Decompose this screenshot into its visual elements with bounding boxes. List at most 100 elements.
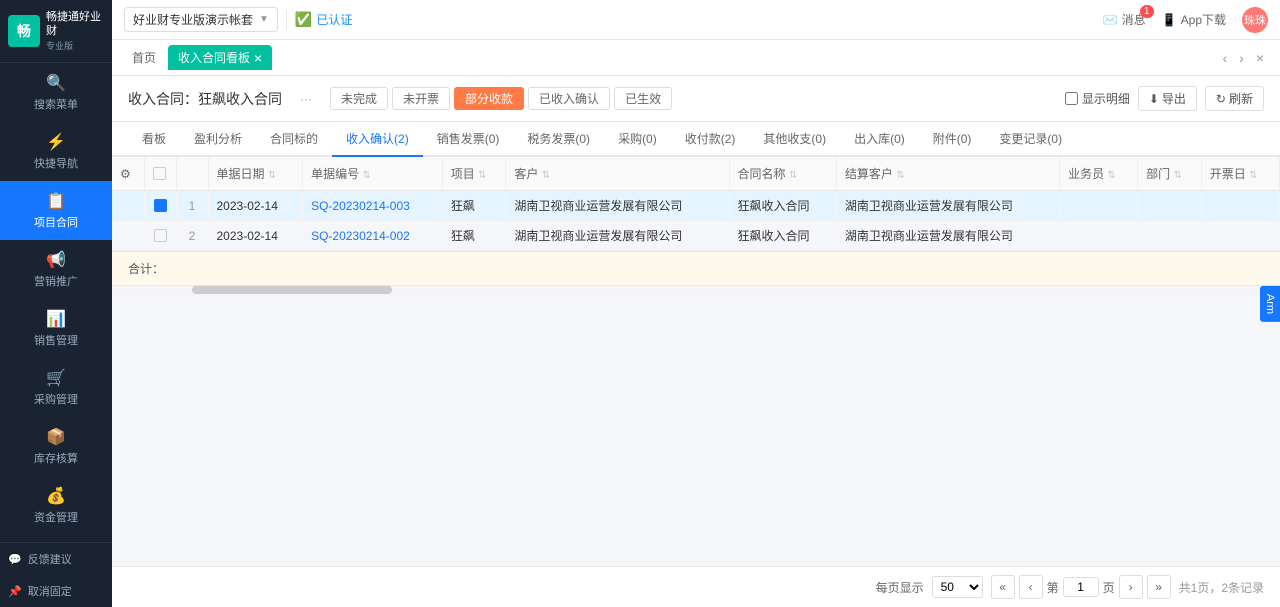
sub-tab-1[interactable]: 盈利分析	[180, 122, 256, 157]
export-button[interactable]: ⬇ 导出	[1138, 86, 1197, 111]
settle-customer-sort-icon[interactable]: ⇅	[896, 170, 904, 181]
row-code-link-1[interactable]: SQ-20230214-002	[311, 229, 410, 243]
app-download-button[interactable]: 📱 App下载	[1162, 11, 1226, 28]
col-salesperson-header: 业务员 ⇅	[1060, 157, 1138, 191]
bill-date-sort-icon[interactable]: ⇅	[1249, 170, 1257, 181]
sub-tab-11[interactable]: 变更记录(0)	[985, 122, 1076, 157]
main-area: 好业财专业版演示帐套 ▼ ✅ 已认证 ✉️ 消息 1 📱 App下载 珠珠	[112, 0, 1280, 607]
page-number-input[interactable]: 1	[1063, 577, 1099, 597]
sub-tab-2[interactable]: 合同标的	[256, 122, 332, 157]
department-sort-icon[interactable]: ⇅	[1174, 170, 1182, 181]
messages-badge: 1	[1140, 5, 1154, 18]
sidebar-item-1[interactable]: ⚡快捷导航	[0, 122, 112, 181]
status-btn-4[interactable]: 已生效	[614, 87, 672, 110]
row-bill-date-1	[1201, 221, 1279, 251]
status-btn-1[interactable]: 未开票	[392, 87, 450, 110]
table-header: ⚙ 单据日期 ⇅ 单据编号 ⇅ 项目 ⇅ 客户 ⇅ 合同名称 ⇅ 结算客户 ⇅	[112, 157, 1280, 191]
row-checkbox-0[interactable]	[144, 191, 176, 221]
sidebar-item-8[interactable]: 📒总账管理	[0, 535, 112, 542]
sub-tab-9[interactable]: 出入库(0)	[840, 122, 919, 157]
show-detail-checkbox[interactable]	[1065, 92, 1078, 105]
project-sort-icon[interactable]: ⇅	[478, 170, 486, 181]
refresh-button[interactable]: ↻ 刷新	[1205, 86, 1264, 111]
row-customer-0: 湖南卫视商业运营发展有限公司	[506, 191, 729, 221]
export-icon: ⬇	[1149, 92, 1159, 106]
tab-nav-prev-icon[interactable]: ‹	[1218, 48, 1231, 68]
code-sort-icon[interactable]: ⇅	[362, 170, 370, 181]
sidebar-item-2[interactable]: 📋项目合同	[0, 181, 112, 240]
tab-home[interactable]: 首页	[124, 45, 164, 70]
row-settle-customer-1: 湖南卫视商业运营发展有限公司	[836, 221, 1059, 251]
salesperson-sort-icon[interactable]: ⇅	[1107, 170, 1115, 181]
last-page-button[interactable]: »	[1147, 575, 1171, 599]
contract-name-sort-icon[interactable]: ⇅	[789, 170, 797, 181]
sidebar-nav: 🔍搜索菜单⚡快捷导航📋项目合同📢营销推广📊销售管理🛒采购管理📦库存核算💰资金管理…	[0, 63, 112, 542]
sub-tab-5[interactable]: 税务发票(0)	[513, 122, 604, 157]
tab-contract-board[interactable]: 收入合同看板 ×	[168, 45, 272, 70]
tab-nav-next-icon[interactable]: ›	[1235, 48, 1248, 68]
contract-more-icon[interactable]: ···	[294, 90, 318, 108]
sub-tab-8[interactable]: 其他收支(0)	[749, 122, 840, 157]
sidebar-icon-0: 🔍	[46, 73, 66, 93]
tab-close-icon[interactable]: ×	[254, 51, 262, 65]
settings-icon[interactable]: ⚙	[120, 167, 131, 181]
sub-tab-10[interactable]: 附件(0)	[919, 122, 986, 157]
row-date-1: 2023-02-14	[208, 221, 303, 251]
sub-tab-6[interactable]: 采购(0)	[604, 122, 671, 157]
sidebar-bottom-item-1[interactable]: 📌取消固定	[0, 575, 112, 607]
customer-sort-icon[interactable]: ⇅	[542, 170, 550, 181]
company-selector[interactable]: 好业财专业版演示帐套 ▼	[124, 7, 278, 32]
sidebar-icon-3: 📢	[46, 250, 66, 270]
sub-tab-0[interactable]: 看板	[128, 122, 180, 157]
page-size-select[interactable]: 2050100	[932, 576, 983, 598]
bottom-icon-1: 📌	[8, 585, 22, 598]
topbar-divider	[286, 10, 287, 30]
show-detail-checkbox-label[interactable]: 显示明细	[1065, 90, 1130, 107]
contract-actions: 显示明细 ⬇ 导出 ↻ 刷新	[1065, 86, 1264, 111]
sub-tab-3[interactable]: 收入确认(2)	[332, 122, 423, 157]
company-name: 好业财专业版演示帐套	[133, 11, 253, 28]
row-code-link-0[interactable]: SQ-20230214-003	[311, 199, 410, 213]
app-name: 畅捷通好业财	[46, 10, 104, 39]
sidebar-item-6[interactable]: 📦库存核算	[0, 417, 112, 476]
status-btn-0[interactable]: 未完成	[330, 87, 388, 110]
select-all-checkbox[interactable]	[153, 167, 166, 180]
table-row[interactable]: 1 2023-02-14 SQ-20230214-003 狂飙 湖南卫视商业运营…	[112, 191, 1280, 221]
user-profile[interactable]: 珠珠	[1242, 7, 1268, 33]
row-project-1: 狂飙	[442, 221, 506, 251]
row-num-0: 1	[176, 191, 208, 221]
sub-tab-4[interactable]: 销售发票(0)	[423, 122, 514, 157]
row-contract-name-1: 狂飙收入合同	[729, 221, 836, 251]
page-nav: « ‹ 第 1 页 › »	[991, 575, 1171, 599]
sidebar-label-2: 项目合同	[34, 214, 78, 230]
row-code-0[interactable]: SQ-20230214-003	[303, 191, 443, 221]
status-btn-2[interactable]: 部分收款	[454, 87, 524, 110]
sidebar-item-3[interactable]: 📢营销推广	[0, 240, 112, 299]
sidebar-item-5[interactable]: 🛒采购管理	[0, 358, 112, 417]
next-page-button[interactable]: ›	[1119, 575, 1143, 599]
horizontal-scrollbar[interactable]	[112, 285, 1280, 293]
sidebar-item-0[interactable]: 🔍搜索菜单	[0, 63, 112, 122]
sidebar-item-7[interactable]: 💰资金管理	[0, 476, 112, 535]
table-row[interactable]: 2 2023-02-14 SQ-20230214-002 狂飙 湖南卫视商业运营…	[112, 221, 1280, 251]
messages-button[interactable]: ✉️ 消息 1	[1103, 11, 1146, 28]
sub-tab-7[interactable]: 收付款(2)	[671, 122, 750, 157]
tab-close-window-icon[interactable]: ×	[1252, 48, 1268, 68]
first-page-button[interactable]: «	[991, 575, 1015, 599]
tabs-nav-right: ‹ › ×	[1218, 48, 1268, 68]
status-buttons-group: 未完成未开票部分收款已收入确认已生效	[330, 87, 672, 110]
scrollbar-thumb[interactable]	[192, 286, 392, 294]
date-sort-icon[interactable]: ⇅	[268, 170, 276, 181]
app-download-label: App下载	[1181, 11, 1226, 28]
row-bill-date-0	[1201, 191, 1279, 221]
right-side-panel[interactable]: Arm	[1260, 285, 1280, 321]
certified-badge: ✅ 已认证	[295, 11, 352, 28]
right-side-note[interactable]: Arm	[1260, 285, 1280, 321]
sidebar-label-7: 资金管理	[34, 509, 78, 525]
sidebar-item-4[interactable]: 📊销售管理	[0, 299, 112, 358]
prev-page-button[interactable]: ‹	[1019, 575, 1043, 599]
row-code-1[interactable]: SQ-20230214-002	[303, 221, 443, 251]
row-checkbox-1[interactable]	[144, 221, 176, 251]
sidebar-bottom-item-0[interactable]: 💬反馈建议	[0, 543, 112, 575]
status-btn-3[interactable]: 已收入确认	[528, 87, 610, 110]
